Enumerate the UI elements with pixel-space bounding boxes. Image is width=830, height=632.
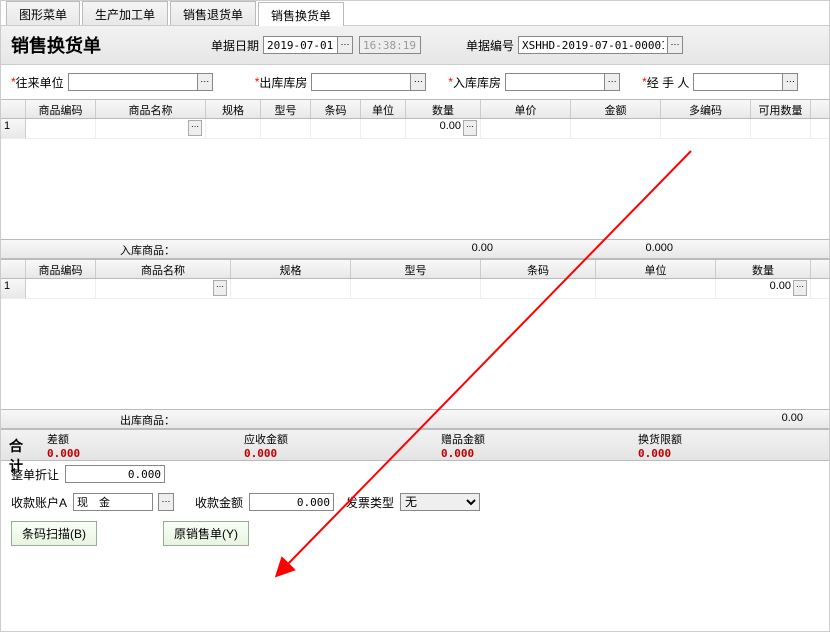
tab-bar: 图形菜单生产加工单销售退货单销售换货单 xyxy=(1,1,829,26)
col-header[interactable]: 型号 xyxy=(261,100,311,118)
cell[interactable] xyxy=(661,119,751,138)
col-header[interactable]: 金额 xyxy=(571,100,661,118)
barcode-scan-button[interactable]: 条码扫描(B) xyxy=(11,521,97,546)
docno-label: 单据编号 xyxy=(466,37,514,54)
discount-input[interactable] xyxy=(65,465,165,483)
date-label: 单据日期 xyxy=(211,37,259,54)
outwh-input[interactable] xyxy=(311,73,411,91)
col-header[interactable]: 商品编码 xyxy=(26,100,96,118)
outwh-label: 出库库房 xyxy=(259,74,307,91)
totals-label: 合计 xyxy=(1,430,41,460)
partner-lookup-btn[interactable]: ⋯ xyxy=(197,73,213,91)
totals-row: 合计 差额0.000应收金额0.000赠品金额0.000换货限额0.000 xyxy=(1,429,829,461)
cell[interactable] xyxy=(261,119,311,138)
outwh-lookup-btn[interactable]: ⋯ xyxy=(410,73,426,91)
date-picker-btn[interactable]: ⋯ xyxy=(337,36,353,54)
title-bar: 销售换货单 单据日期 ⋯ 单据编号 ⋯ xyxy=(1,26,829,65)
cell[interactable]: ⋯ xyxy=(96,119,206,138)
cell-lookup-btn[interactable]: ⋯ xyxy=(213,280,227,296)
col-header[interactable]: 数量 xyxy=(406,100,481,118)
table-row[interactable]: 1⋯0.00⋯ xyxy=(1,279,829,299)
cell[interactable] xyxy=(481,119,571,138)
cell[interactable] xyxy=(351,279,481,298)
summary-qty: 0.00 xyxy=(379,240,499,258)
grid-out: 商品编码商品名称规格型号条码单位数量 1⋯0.00⋯ 出库商品：0.00 xyxy=(1,259,829,429)
partner-label: 往来单位 xyxy=(16,74,64,91)
col-header[interactable]: 规格 xyxy=(206,100,261,118)
acct-input[interactable] xyxy=(73,493,153,511)
col-header[interactable]: 单价 xyxy=(481,100,571,118)
handler-label: 经 手 人 xyxy=(647,74,690,91)
page-title: 销售换货单 xyxy=(11,32,101,58)
cell[interactable] xyxy=(481,279,596,298)
tab-3[interactable]: 销售换货单 xyxy=(258,2,344,26)
cell[interactable] xyxy=(596,279,716,298)
col-header[interactable] xyxy=(1,260,26,278)
col-header[interactable] xyxy=(1,100,26,118)
cell[interactable]: ⋯ xyxy=(96,279,231,298)
cell[interactable] xyxy=(571,119,661,138)
acct-label: 收款账户A xyxy=(11,494,67,511)
bottom-form: 整单折让 收款账户A ⋯ 收款金额 发票类型 无 条码扫描(B) 原销售单(Y) xyxy=(1,461,829,554)
col-header[interactable]: 条码 xyxy=(311,100,361,118)
col-header[interactable]: 商品名称 xyxy=(96,100,206,118)
tab-2[interactable]: 销售退货单 xyxy=(170,1,256,25)
inwh-input[interactable] xyxy=(505,73,605,91)
totals-item: 应收金额0.000 xyxy=(238,430,435,460)
tab-0[interactable]: 图形菜单 xyxy=(6,1,80,25)
col-header[interactable]: 可用数量 xyxy=(751,100,811,118)
cell[interactable]: 0.00⋯ xyxy=(716,279,811,298)
summary-qty: 0.00 xyxy=(689,410,809,428)
invoice-label: 发票类型 xyxy=(346,494,394,511)
summary-label: 出库商品： xyxy=(1,410,181,428)
cell[interactable] xyxy=(26,119,96,138)
col-header[interactable]: 规格 xyxy=(231,260,351,278)
cell[interactable] xyxy=(231,279,351,298)
time-input xyxy=(359,36,421,54)
col-header[interactable]: 数量 xyxy=(716,260,811,278)
totals-item: 换货限额0.000 xyxy=(632,430,829,460)
col-header[interactable]: 商品名称 xyxy=(96,260,231,278)
summary-label: 入库商品： xyxy=(1,240,181,258)
docno-input[interactable] xyxy=(518,36,668,54)
totals-item: 差额0.000 xyxy=(41,430,238,460)
amt-input[interactable] xyxy=(249,493,334,511)
cell[interactable]: 1 xyxy=(1,119,26,138)
handler-lookup-btn[interactable]: ⋯ xyxy=(782,73,798,91)
col-header[interactable]: 单位 xyxy=(361,100,406,118)
col-header[interactable]: 型号 xyxy=(351,260,481,278)
amt-label: 收款金额 xyxy=(195,494,243,511)
partner-input[interactable] xyxy=(68,73,198,91)
handler-input[interactable] xyxy=(693,73,783,91)
docno-lookup-btn[interactable]: ⋯ xyxy=(667,36,683,54)
col-header[interactable]: 多编码 xyxy=(661,100,751,118)
original-sale-button[interactable]: 原销售单(Y) xyxy=(163,521,249,546)
grid-in: 商品编码商品名称规格型号条码单位数量单价金额多编码可用数量 1⋯0.00⋯ 入库… xyxy=(1,99,829,259)
cell[interactable] xyxy=(361,119,406,138)
cell[interactable]: 1 xyxy=(1,279,26,298)
col-header[interactable]: 条码 xyxy=(481,260,596,278)
cell-lookup-btn[interactable]: ⋯ xyxy=(188,120,202,136)
inwh-label: 入库库房 xyxy=(453,74,501,91)
form-row: *往来单位 ⋯ *出库库房 ⋯ *入库库房 ⋯ *经 手 人 ⋯ xyxy=(1,65,829,99)
totals-item: 赠品金额0.000 xyxy=(435,430,632,460)
table-row[interactable]: 1⋯0.00⋯ xyxy=(1,119,829,139)
col-header[interactable]: 商品编码 xyxy=(26,260,96,278)
cell[interactable] xyxy=(206,119,261,138)
discount-label: 整单折让 xyxy=(11,466,59,483)
cell[interactable] xyxy=(751,119,811,138)
tab-1[interactable]: 生产加工单 xyxy=(82,1,168,25)
inwh-lookup-btn[interactable]: ⋯ xyxy=(604,73,620,91)
acct-lookup-btn[interactable]: ⋯ xyxy=(158,493,174,511)
cell-lookup-btn[interactable]: ⋯ xyxy=(793,280,807,296)
cell[interactable] xyxy=(311,119,361,138)
invoice-select[interactable]: 无 xyxy=(400,493,480,511)
date-input[interactable] xyxy=(263,36,338,54)
cell-lookup-btn[interactable]: ⋯ xyxy=(463,120,477,136)
cell[interactable]: 0.00⋯ xyxy=(406,119,481,138)
cell[interactable] xyxy=(26,279,96,298)
col-header[interactable]: 单位 xyxy=(596,260,716,278)
summary-amt: 0.000 xyxy=(499,240,679,258)
